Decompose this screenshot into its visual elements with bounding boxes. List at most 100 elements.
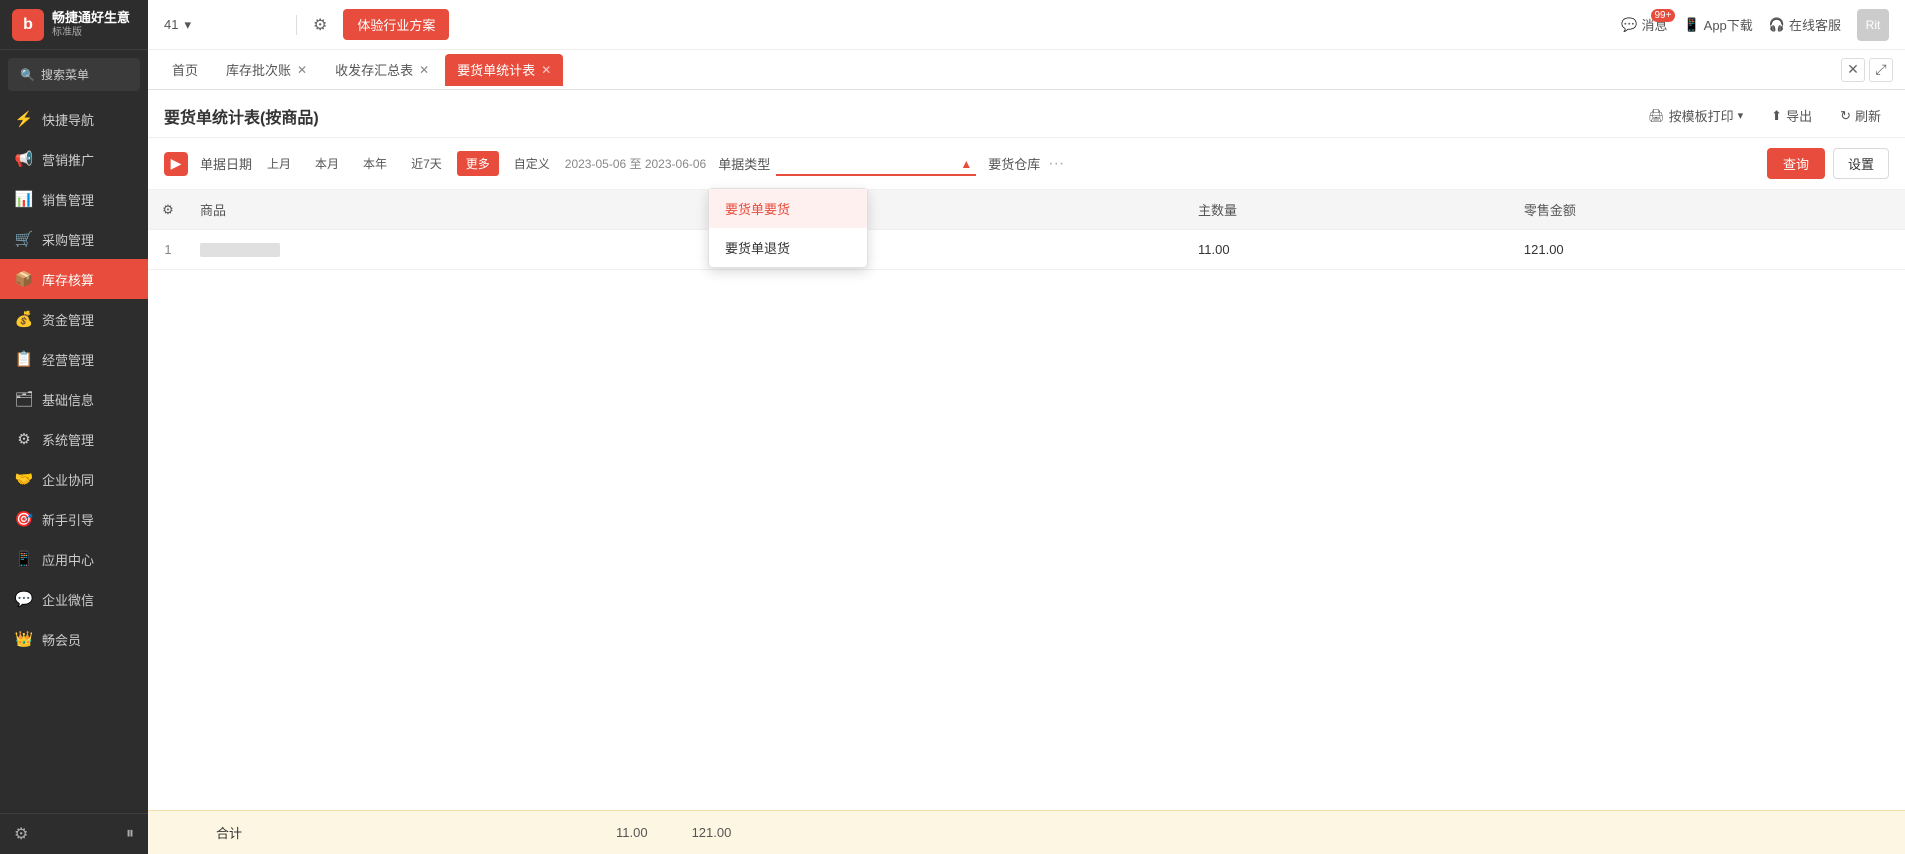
table-row: 1 块 11.00 121.00 xyxy=(148,230,1905,270)
sidebar-item-purchase[interactable]: 🛒 采购管理 xyxy=(0,219,148,259)
date-btn-this-month[interactable]: 本月 xyxy=(306,151,348,176)
sidebar-item-operations[interactable]: 📋 经营管理 xyxy=(0,339,148,379)
online-service-btn[interactable]: 🎧 在线客服 xyxy=(1769,15,1841,34)
dropdown-item-order[interactable]: 要货单要货 xyxy=(709,189,867,228)
collab-icon: 🤝 xyxy=(14,469,34,489)
settings-btn[interactable]: 设置 xyxy=(1833,148,1889,179)
user-avatar[interactable]: Rit xyxy=(1857,9,1889,41)
app-logo-text: 畅捷通好生意 标准版 xyxy=(52,10,130,40)
tabs-close-btn[interactable]: ✕ xyxy=(1841,58,1865,82)
topbar: 41 ▾ ⚙ 体验行业方案 💬 消息 99+ 📱 App下载 🎧 在线客服 Ri… xyxy=(148,0,1905,50)
tab-receipts-close[interactable]: ✕ xyxy=(419,63,429,77)
type-filter-group: 单据类型 ▲ xyxy=(718,151,976,176)
type-filter-label: 单据类型 xyxy=(718,154,770,173)
date-btn-last-month[interactable]: 上月 xyxy=(258,151,300,176)
tab-batch-close[interactable]: ✕ xyxy=(297,63,307,77)
export-icon: ⬆ xyxy=(1771,108,1782,124)
tab-home[interactable]: 首页 xyxy=(160,54,210,86)
warehouse-ellipsis-icon[interactable]: ··· xyxy=(1048,155,1064,173)
filter-actions: 查询 设置 xyxy=(1767,148,1889,179)
tabs-expand-btn[interactable]: ⤢ xyxy=(1869,58,1893,82)
sales-icon: 📊 xyxy=(14,189,34,209)
filter-bar: ▶ 单据日期 上月 本月 本年 近7天 更多 自定义 2023-05-06 至 … xyxy=(148,138,1905,190)
app-logo-icon: b xyxy=(12,9,44,41)
data-table: ⚙ 商品 主计量单位 主数量 零售金额 1 xyxy=(148,190,1905,270)
sidebar-item-finance[interactable]: 💰 资金管理 xyxy=(0,299,148,339)
row-index: 1 xyxy=(148,230,188,270)
sidebar-item-guide[interactable]: 🎯 新手引导 xyxy=(0,499,148,539)
page-header: 要货单统计表(按商品) 🖨 按模板打印 ▾ ⬆ 导出 ↻ 刷新 xyxy=(148,90,1905,138)
date-btn-more[interactable]: 更多 xyxy=(457,151,499,176)
sidebar-item-collab[interactable]: 🤝 企业协同 xyxy=(0,459,148,499)
col-amount: 零售金额 xyxy=(1512,190,1905,230)
sidebar-item-system[interactable]: ⚙ 系统管理 xyxy=(0,419,148,459)
col-settings[interactable]: ⚙ xyxy=(148,190,188,230)
member-icon: 👑 xyxy=(14,629,34,649)
tabs-bar: 首页 库存批次账 ✕ 收发存汇总表 ✕ 要货单统计表 ✕ ✕ ⤢ xyxy=(148,50,1905,90)
sidebar-search[interactable]: 🔍 搜索菜单 xyxy=(8,58,140,91)
type-input[interactable] xyxy=(776,151,976,176)
date-btn-last-7[interactable]: 近7天 xyxy=(402,151,451,176)
date-btn-this-year[interactable]: 本年 xyxy=(354,151,396,176)
date-btn-custom[interactable]: 自定义 xyxy=(505,151,559,176)
print-btn[interactable]: 🖨 按模板打印 ▾ xyxy=(1640,102,1751,129)
date-filter-label: 单据日期 xyxy=(200,154,252,173)
filter-expand-btn[interactable]: ▶ xyxy=(164,152,188,176)
tab-order-stats-close[interactable]: ✕ xyxy=(541,63,551,77)
product-placeholder xyxy=(200,243,280,257)
tab-batch[interactable]: 库存批次账 ✕ xyxy=(214,54,319,86)
table-footer: 合计 11.00 121.00 xyxy=(148,810,1905,854)
sidebar-item-marketing[interactable]: 📢 营销推广 xyxy=(0,139,148,179)
date-range-display: 2023-05-06 至 2023-06-06 xyxy=(565,155,706,172)
topbar-store-selector[interactable]: 41 ▾ xyxy=(164,17,284,33)
sidebar-settings-icon[interactable]: ⚙ xyxy=(14,824,28,844)
sidebar-nav: ⚡ 快捷导航 📢 营销推广 📊 销售管理 🛒 采购管理 📦 库存核算 💰 资金管… xyxy=(0,99,148,813)
app-download-btn[interactable]: 📱 App下载 xyxy=(1683,15,1752,34)
search-icon: 🔍 xyxy=(20,68,35,82)
query-btn[interactable]: 查询 xyxy=(1767,148,1825,179)
apps-icon: 📱 xyxy=(14,549,34,569)
tab-order-stats[interactable]: 要货单统计表 ✕ xyxy=(445,54,563,86)
messages-btn[interactable]: 💬 消息 99+ xyxy=(1621,15,1667,34)
table-header-row: ⚙ 商品 主计量单位 主数量 零售金额 xyxy=(148,190,1905,230)
sidebar: b 畅捷通好生意 标准版 🔍 搜索菜单 ⚡ 快捷导航 📢 营销推广 📊 销售管理… xyxy=(0,0,148,854)
export-btn[interactable]: ⬆ 导出 xyxy=(1763,102,1820,129)
sidebar-item-member[interactable]: 👑 畅会员 xyxy=(0,619,148,659)
topbar-settings-icon[interactable]: ⚙ xyxy=(309,11,331,39)
page: 要货单统计表(按商品) 🖨 按模板打印 ▾ ⬆ 导出 ↻ 刷新 xyxy=(148,90,1905,854)
purchase-icon: 🛒 xyxy=(14,229,34,249)
footer-label: 合计 xyxy=(204,823,484,842)
sidebar-item-sales[interactable]: 📊 销售管理 xyxy=(0,179,148,219)
inventory-icon: 📦 xyxy=(14,269,34,289)
sidebar-footer: ⚙ ⏸ xyxy=(0,813,148,854)
trial-btn[interactable]: 体验行业方案 xyxy=(343,9,449,40)
sidebar-item-inventory[interactable]: 📦 库存核算 xyxy=(0,259,148,299)
footer-amount: 121.00 xyxy=(680,825,744,840)
sidebar-item-basics[interactable]: 🗂 基础信息 xyxy=(0,379,148,419)
sidebar-item-quick-nav[interactable]: ⚡ 快捷导航 xyxy=(0,99,148,139)
dropdown-item-return[interactable]: 要货单退货 xyxy=(709,228,867,267)
tabs-controls: ✕ ⤢ xyxy=(1841,58,1893,82)
main-area: 41 ▾ ⚙ 体验行业方案 💬 消息 99+ 📱 App下载 🎧 在线客服 Ri… xyxy=(148,0,1905,854)
basics-icon: 🗂 xyxy=(14,389,34,409)
operations-icon: 📋 xyxy=(14,349,34,369)
page-title: 要货单统计表(按商品) xyxy=(164,104,319,128)
type-input-chevron-icon[interactable]: ▲ xyxy=(960,157,972,171)
sidebar-item-wechat[interactable]: 💬 企业微信 xyxy=(0,579,148,619)
guide-icon: 🎯 xyxy=(14,509,34,529)
sidebar-item-apps[interactable]: 📱 应用中心 xyxy=(0,539,148,579)
row-quantity: 11.00 xyxy=(1186,230,1512,270)
printer-icon: 🖨 xyxy=(1648,108,1665,124)
refresh-btn[interactable]: ↻ 刷新 xyxy=(1832,102,1889,129)
type-dropdown: 要货单要货 要货单退货 xyxy=(708,188,868,268)
messages-icon: 💬 xyxy=(1621,17,1637,33)
tab-receipts[interactable]: 收发存汇总表 ✕ xyxy=(323,54,441,86)
table-settings-icon[interactable]: ⚙ xyxy=(162,202,174,217)
marketing-icon: 📢 xyxy=(14,149,34,169)
wechat-icon: 💬 xyxy=(14,589,34,609)
page-content: 要货单统计表(按商品) 🖨 按模板打印 ▾ ⬆ 导出 ↻ 刷新 xyxy=(148,90,1905,854)
col-quantity: 主数量 xyxy=(1186,190,1512,230)
sidebar-collapse-icon[interactable]: ⏸ xyxy=(126,825,134,843)
quick-nav-icon: ⚡ xyxy=(14,109,34,129)
print-chevron-icon: ▾ xyxy=(1738,109,1744,122)
